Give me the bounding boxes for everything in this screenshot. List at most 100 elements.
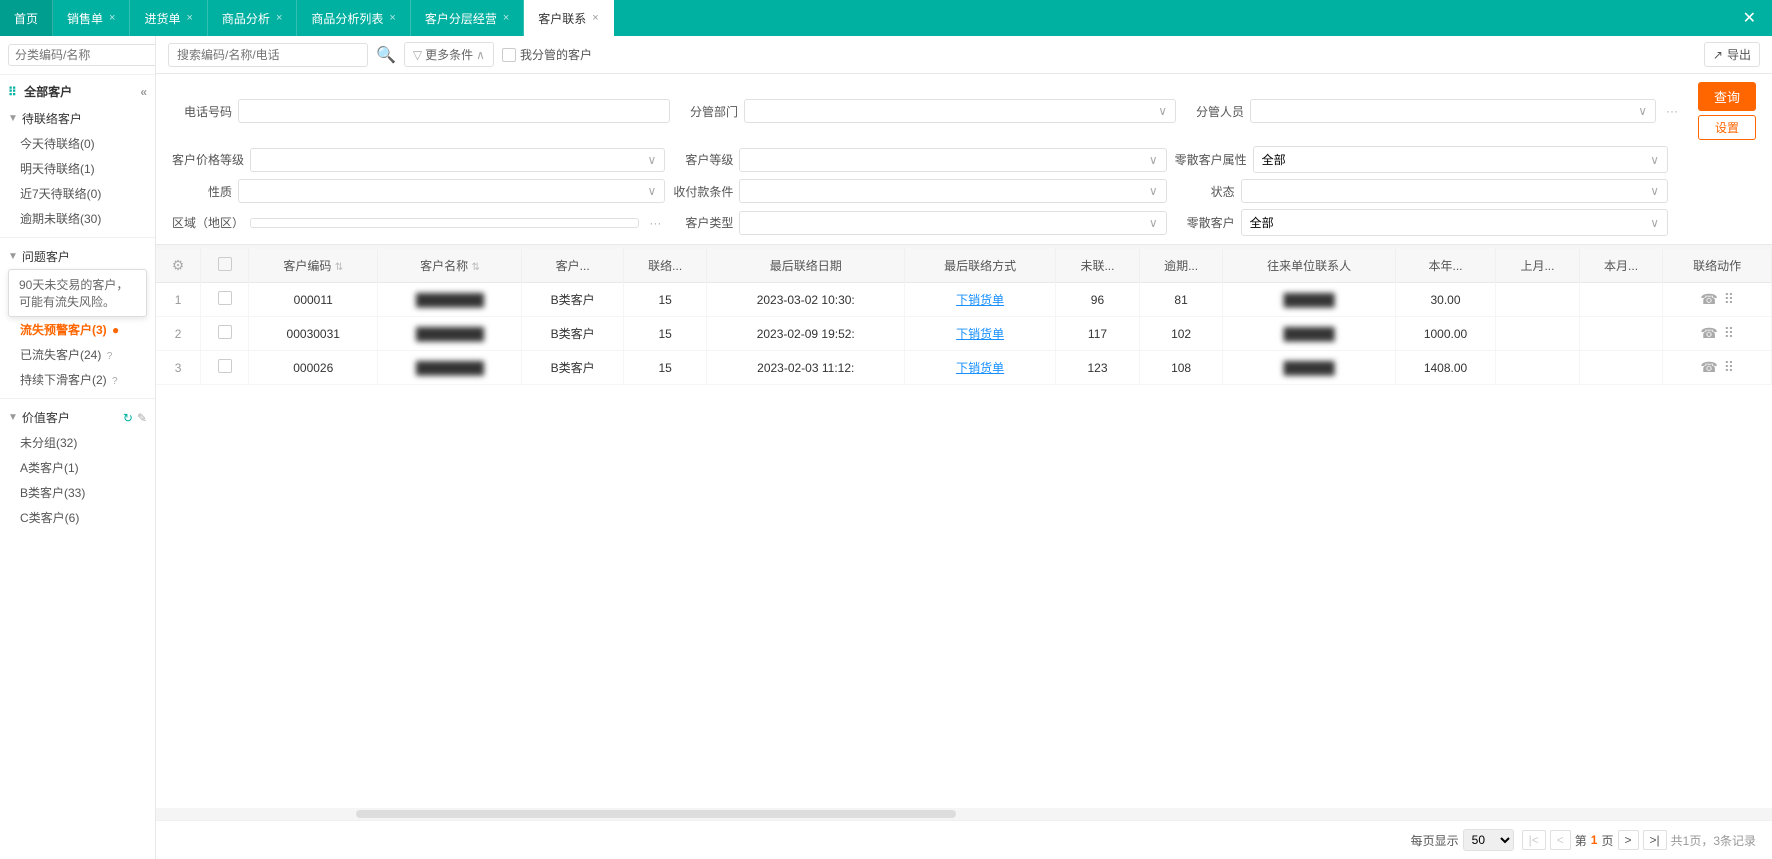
cust-level-label: 客户等级 — [673, 151, 733, 168]
col-checkbox[interactable] — [201, 249, 249, 283]
prev-page-button[interactable]: < — [1550, 830, 1571, 850]
col-code-sort: ⇅ — [335, 262, 343, 273]
row2-more-icon[interactable]: ⠿ — [1724, 325, 1734, 342]
total-info: 共1页，3条记录 — [1671, 832, 1756, 849]
zero-retail-select[interactable]: 全部 ∨ — [1241, 209, 1668, 236]
sidebar-item-class-b[interactable]: B类客户(33) — [0, 480, 155, 505]
row3-code: 000026 — [249, 351, 378, 385]
sidebar-item-today[interactable]: 今天待联络(0) — [0, 131, 155, 156]
tab-home[interactable]: 首页 — [0, 0, 53, 36]
main-layout: 🔍 ⠿ 全部客户 « ▼ 待联络客户 今天待联络(0) 明天待联络(1) 近7天… — [0, 36, 1772, 859]
sidebar-item-class-a[interactable]: A类客户(1) — [0, 455, 155, 480]
zero-attr-select[interactable]: 全部 ∨ — [1253, 146, 1668, 173]
row3-check[interactable] — [201, 351, 249, 385]
page-unit: 页 — [1601, 832, 1613, 849]
payment-select[interactable]: ∨ — [739, 179, 1166, 203]
status-arrow: ∨ — [1650, 184, 1659, 198]
dept-select[interactable]: ∨ — [744, 99, 1176, 123]
tab-customer-contact[interactable]: 客户联系 × — [524, 0, 613, 36]
tab-sales-close[interactable]: × — [109, 12, 115, 24]
settings-button[interactable]: 设置 — [1698, 115, 1756, 140]
tab-analysis-close[interactable]: × — [276, 12, 282, 24]
sidebar-item-churned[interactable]: 已流失客户(24) ? — [0, 342, 155, 367]
row2-no-contact: 117 — [1056, 317, 1140, 351]
more-conditions-button[interactable]: ▽ 更多条件 ∧ — [404, 42, 494, 67]
row2-contact-icon[interactable]: ☎ — [1700, 325, 1717, 342]
table-check-all[interactable] — [218, 257, 232, 271]
export-label: 导出 — [1727, 46, 1751, 63]
phone-label: 电话号码 — [172, 103, 232, 120]
phone-input[interactable] — [238, 99, 670, 123]
col-action: 联络动作 — [1663, 249, 1772, 283]
tab-customer-layer[interactable]: 客户分层经营 × — [411, 0, 524, 36]
table-gear-icon[interactable]: ⚙ — [172, 257, 185, 273]
region-more-icon[interactable]: ··· — [645, 216, 665, 230]
nature-select[interactable]: ∨ — [238, 179, 665, 203]
row1-check[interactable] — [201, 283, 249, 317]
sidebar-item-declining[interactable]: 持续下滑客户(2) ? — [0, 367, 155, 392]
tab-customer-contact-close[interactable]: × — [592, 12, 598, 24]
cust-level-select[interactable]: ∨ — [739, 148, 1166, 172]
sidebar-all-customers[interactable]: ⠿ 全部客户 « — [0, 75, 155, 104]
row3-action: ☎ ⠿ — [1663, 351, 1772, 385]
last-page-button[interactable]: >| — [1643, 830, 1667, 850]
sidebar-item-ungrouped[interactable]: 未分组(32) — [0, 430, 155, 455]
region-select[interactable] — [250, 218, 639, 228]
row3-contact-icon[interactable]: ☎ — [1700, 359, 1717, 376]
sidebar-section-value: ▼ 价值客户 ↻ ✎ 未分组(32) A类客户(1) B类客户(33) C类客户… — [0, 403, 155, 532]
query-button[interactable]: 查询 — [1698, 82, 1756, 111]
tab-purchase-close[interactable]: × — [186, 12, 192, 24]
toolbar-search-icon[interactable]: 🔍 — [376, 45, 396, 65]
row3-cust-level: B类客户 — [522, 351, 623, 385]
row3-more-icon[interactable]: ⠿ — [1724, 359, 1734, 376]
per-page-label: 每页显示 — [1411, 832, 1459, 849]
sidebar-problem-header[interactable]: ▼ 问题客户 — [0, 244, 155, 269]
sidebar-item-tomorrow[interactable]: 明天待联络(1) — [0, 156, 155, 181]
row2-action-icons: ☎ ⠿ — [1669, 325, 1765, 342]
export-button[interactable]: ↗ 导出 — [1704, 42, 1760, 67]
row1-contact-icon[interactable]: ☎ — [1700, 291, 1717, 308]
tab-analysis-list[interactable]: 商品分析列表 × — [297, 0, 410, 36]
my-customers-check-icon[interactable] — [502, 48, 516, 62]
search-input[interactable] — [168, 43, 368, 67]
sidebar-search-input[interactable] — [8, 44, 156, 66]
sidebar-item-7days[interactable]: 近7天待联络(0) — [0, 181, 155, 206]
first-page-button[interactable]: |< — [1522, 830, 1546, 850]
sidebar-collapse-icon[interactable]: « — [140, 85, 147, 99]
col-code[interactable]: 客户编码 ⇅ — [249, 249, 378, 283]
declining-icon: ? — [112, 376, 118, 387]
churned-icon: ? — [107, 351, 113, 362]
cust-type-select[interactable]: ∨ — [739, 211, 1166, 235]
tab-customer-layer-close[interactable]: × — [503, 12, 509, 24]
row3-contact-person: ██████ — [1223, 351, 1396, 385]
row3-this-month — [1579, 351, 1663, 385]
row1-more-icon[interactable]: ⠿ — [1724, 291, 1734, 308]
row2-cust-level: B类客户 — [522, 317, 623, 351]
status-select[interactable]: ∨ — [1241, 179, 1668, 203]
col-name[interactable]: 客户名称 ⇅ — [378, 249, 522, 283]
tab-purchase[interactable]: 进货单 × — [130, 0, 207, 36]
tab-sales[interactable]: 销售单 × — [53, 0, 130, 36]
scrollbar-thumb[interactable] — [356, 810, 956, 818]
tab-customer-layer-label: 客户分层经营 — [425, 10, 497, 27]
sidebar-item-overdue[interactable]: 逾期未联络(30) — [0, 206, 155, 231]
tab-analysis[interactable]: 商品分析 × — [208, 0, 297, 36]
sidebar-pending-header[interactable]: ▼ 待联络客户 — [0, 106, 155, 131]
col-gear[interactable]: ⚙ — [156, 249, 201, 283]
window-close-button[interactable]: ✕ — [1727, 8, 1772, 28]
page-label: 第 — [1575, 832, 1587, 849]
sidebar-value-header[interactable]: ▼ 价值客户 ↻ ✎ — [0, 405, 155, 430]
manager-select[interactable]: ∨ — [1250, 99, 1656, 123]
per-page-select[interactable]: 50 100 200 — [1463, 829, 1514, 851]
sidebar-item-churn-warning[interactable]: 流失预警客户(3) ● — [0, 317, 155, 342]
my-customers-checkbox[interactable]: 我分管的客户 — [502, 46, 592, 63]
price-level-select[interactable]: ∨ — [250, 148, 665, 172]
tab-analysis-list-close[interactable]: × — [389, 12, 395, 24]
row2-check[interactable] — [201, 317, 249, 351]
value-refresh-icon[interactable]: ↻ — [123, 411, 133, 425]
manager-more-icon[interactable]: ··· — [1662, 104, 1682, 118]
value-edit-icon[interactable]: ✎ — [137, 411, 147, 425]
horizontal-scrollbar[interactable] — [156, 808, 1772, 820]
sidebar-item-class-c[interactable]: C类客户(6) — [0, 505, 155, 530]
next-page-button[interactable]: > — [1618, 830, 1639, 850]
